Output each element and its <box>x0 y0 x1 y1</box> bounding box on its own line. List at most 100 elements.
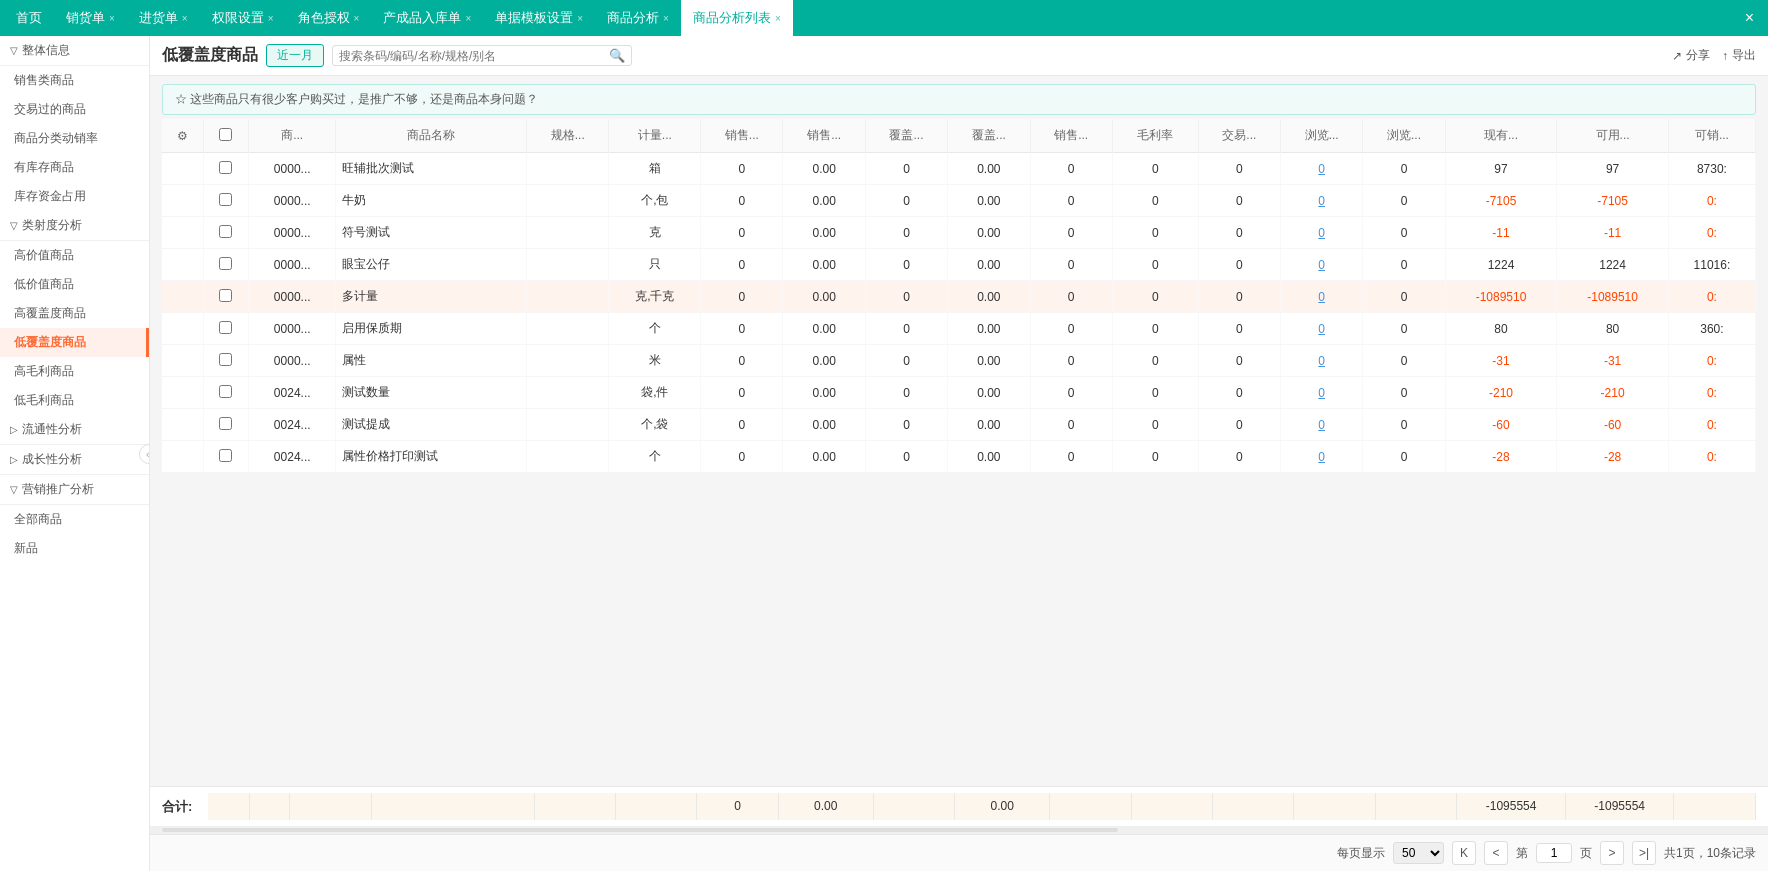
row-gear <box>162 441 203 473</box>
row-current-stock: -1089510 <box>1445 281 1557 313</box>
close-icon[interactable]: × <box>663 13 669 24</box>
goods-table: ⚙ 商... 商品名称 规格... 计量... 销售... 销售... 覆盖..… <box>162 119 1756 473</box>
row-browse1[interactable]: 0 <box>1281 345 1363 377</box>
row-cover2: 0.00 <box>948 281 1030 313</box>
filter-recent-month-button[interactable]: 近一月 <box>266 44 324 67</box>
export-button[interactable]: ↑ 导出 <box>1722 47 1756 64</box>
per-page-select[interactable]: 50 100 200 <box>1393 842 1444 864</box>
row-sales3: 0 <box>1030 441 1112 473</box>
close-icon[interactable]: × <box>182 13 188 24</box>
row-browse1[interactable]: 0 <box>1281 153 1363 185</box>
sidebar-item-stock-capital[interactable]: 库存资金占用 <box>0 182 149 211</box>
sidebar-item-high-margin[interactable]: 高毛利商品 <box>0 357 149 386</box>
row-select-checkbox[interactable] <box>219 321 232 334</box>
row-select-checkbox[interactable] <box>219 225 232 238</box>
close-icon[interactable]: × <box>109 13 115 24</box>
sidebar-item-new-goods[interactable]: 新品 <box>0 534 149 563</box>
sidebar-section-liquidity[interactable]: ▷ 流通性分析 <box>0 415 149 445</box>
row-select-checkbox[interactable] <box>219 449 232 462</box>
row-select-checkbox[interactable] <box>219 289 232 302</box>
table-container[interactable]: ⚙ 商... 商品名称 规格... 计量... 销售... 销售... 覆盖..… <box>150 119 1768 786</box>
row-browse1[interactable]: 0 <box>1281 441 1363 473</box>
close-icon[interactable]: × <box>268 13 274 24</box>
row-cover2: 0.00 <box>948 217 1030 249</box>
row-browse1[interactable]: 0 <box>1281 217 1363 249</box>
row-checkbox[interactable] <box>203 441 249 473</box>
sidebar-section-growth[interactable]: ▷ 成长性分析 <box>0 445 149 475</box>
sidebar-item-all-goods[interactable]: 全部商品 <box>0 505 149 534</box>
share-icon: ↗ <box>1672 49 1682 63</box>
row-browse1[interactable]: 0 <box>1281 281 1363 313</box>
row-browse1[interactable]: 0 <box>1281 313 1363 345</box>
next-page-button[interactable]: > <box>1600 841 1624 865</box>
nav-tab-purchase[interactable]: 进货单 × <box>127 0 200 36</box>
first-page-button[interactable]: K <box>1452 841 1476 865</box>
row-cover2: 0.00 <box>948 185 1030 217</box>
sidebar-item-low-value[interactable]: 低价值商品 <box>0 270 149 299</box>
nav-tab-products[interactable]: 产成品入库单 × <box>371 0 483 36</box>
row-select-checkbox[interactable] <box>219 257 232 270</box>
row-checkbox[interactable] <box>203 345 249 377</box>
prev-page-button[interactable]: < <box>1484 841 1508 865</box>
row-name: 符号测试 <box>336 217 527 249</box>
row-checkbox[interactable] <box>203 249 249 281</box>
sidebar-section-coverage[interactable]: ▽ 类射度分析 <box>0 211 149 241</box>
row-checkbox[interactable] <box>203 185 249 217</box>
sidebar-item-high-coverage[interactable]: 高覆盖度商品 <box>0 299 149 328</box>
row-browse1[interactable]: 0 <box>1281 185 1363 217</box>
last-page-button[interactable]: >| <box>1632 841 1656 865</box>
sidebar-item-low-coverage[interactable]: 低覆盖度商品 <box>0 328 149 357</box>
sidebar-item-category-rate[interactable]: 商品分类动销率 <box>0 124 149 153</box>
search-input[interactable] <box>339 49 609 63</box>
sidebar-item-sales-goods[interactable]: 销售类商品 <box>0 66 149 95</box>
row-browse1[interactable]: 0 <box>1281 377 1363 409</box>
sidebar-item-low-margin[interactable]: 低毛利商品 <box>0 386 149 415</box>
row-browse1[interactable]: 0 <box>1281 409 1363 441</box>
sidebar-item-traded-goods[interactable]: 交易过的商品 <box>0 95 149 124</box>
row-select-checkbox[interactable] <box>219 193 232 206</box>
row-select-checkbox[interactable] <box>219 353 232 366</box>
row-select-checkbox[interactable] <box>219 417 232 430</box>
share-button[interactable]: ↗ 分享 <box>1672 47 1710 64</box>
row-select-checkbox[interactable] <box>219 385 232 398</box>
close-icon[interactable]: × <box>775 13 781 24</box>
nav-tab-sales[interactable]: 销货单 × <box>54 0 127 36</box>
row-code: 0024... <box>249 409 336 441</box>
nav-tab-templates[interactable]: 单据模板设置 × <box>483 0 595 36</box>
page-number-input[interactable] <box>1536 843 1572 863</box>
nav-tab-permissions[interactable]: 权限设置 × <box>200 0 286 36</box>
row-code: 0000... <box>249 153 336 185</box>
col-gear[interactable]: ⚙ <box>162 119 203 153</box>
nav-tab-roles[interactable]: 角色授权 × <box>286 0 372 36</box>
search-icon[interactable]: 🔍 <box>609 48 625 63</box>
export-icon: ↑ <box>1722 49 1728 63</box>
row-select-checkbox[interactable] <box>219 161 232 174</box>
sidebar-section-overall[interactable]: ▽ 整体信息 <box>0 36 149 66</box>
nav-tab-home[interactable]: 首页 <box>4 0 54 36</box>
row-trade: 0 <box>1198 441 1280 473</box>
row-sales-amt: 0.00 <box>783 313 865 345</box>
row-gross-margin: 0 <box>1112 441 1198 473</box>
gear-icon[interactable]: ⚙ <box>177 129 188 143</box>
sidebar-item-stock-goods[interactable]: 有库存商品 <box>0 153 149 182</box>
close-all-button[interactable]: × <box>1735 9 1764 27</box>
close-icon[interactable]: × <box>465 13 471 24</box>
row-checkbox[interactable] <box>203 409 249 441</box>
sidebar-section-marketing[interactable]: ▽ 营销推广分析 <box>0 475 149 505</box>
row-checkbox[interactable] <box>203 153 249 185</box>
sidebar-item-high-value[interactable]: 高价值商品 <box>0 241 149 270</box>
row-browse2: 0 <box>1363 345 1445 377</box>
row-checkbox[interactable] <box>203 313 249 345</box>
nav-tab-analysis[interactable]: 商品分析 × <box>595 0 681 36</box>
close-icon[interactable]: × <box>354 13 360 24</box>
nav-tab-analysis-list[interactable]: 商品分析列表 × <box>681 0 793 36</box>
row-browse1[interactable]: 0 <box>1281 249 1363 281</box>
row-checkbox[interactable] <box>203 377 249 409</box>
row-checkbox[interactable] <box>203 217 249 249</box>
row-checkbox[interactable] <box>203 281 249 313</box>
close-icon[interactable]: × <box>577 13 583 24</box>
col-checkbox[interactable] <box>203 119 249 153</box>
col-sales3: 销售... <box>1030 119 1112 153</box>
row-sales-qty: 0 <box>701 377 783 409</box>
select-all-checkbox[interactable] <box>219 128 232 141</box>
